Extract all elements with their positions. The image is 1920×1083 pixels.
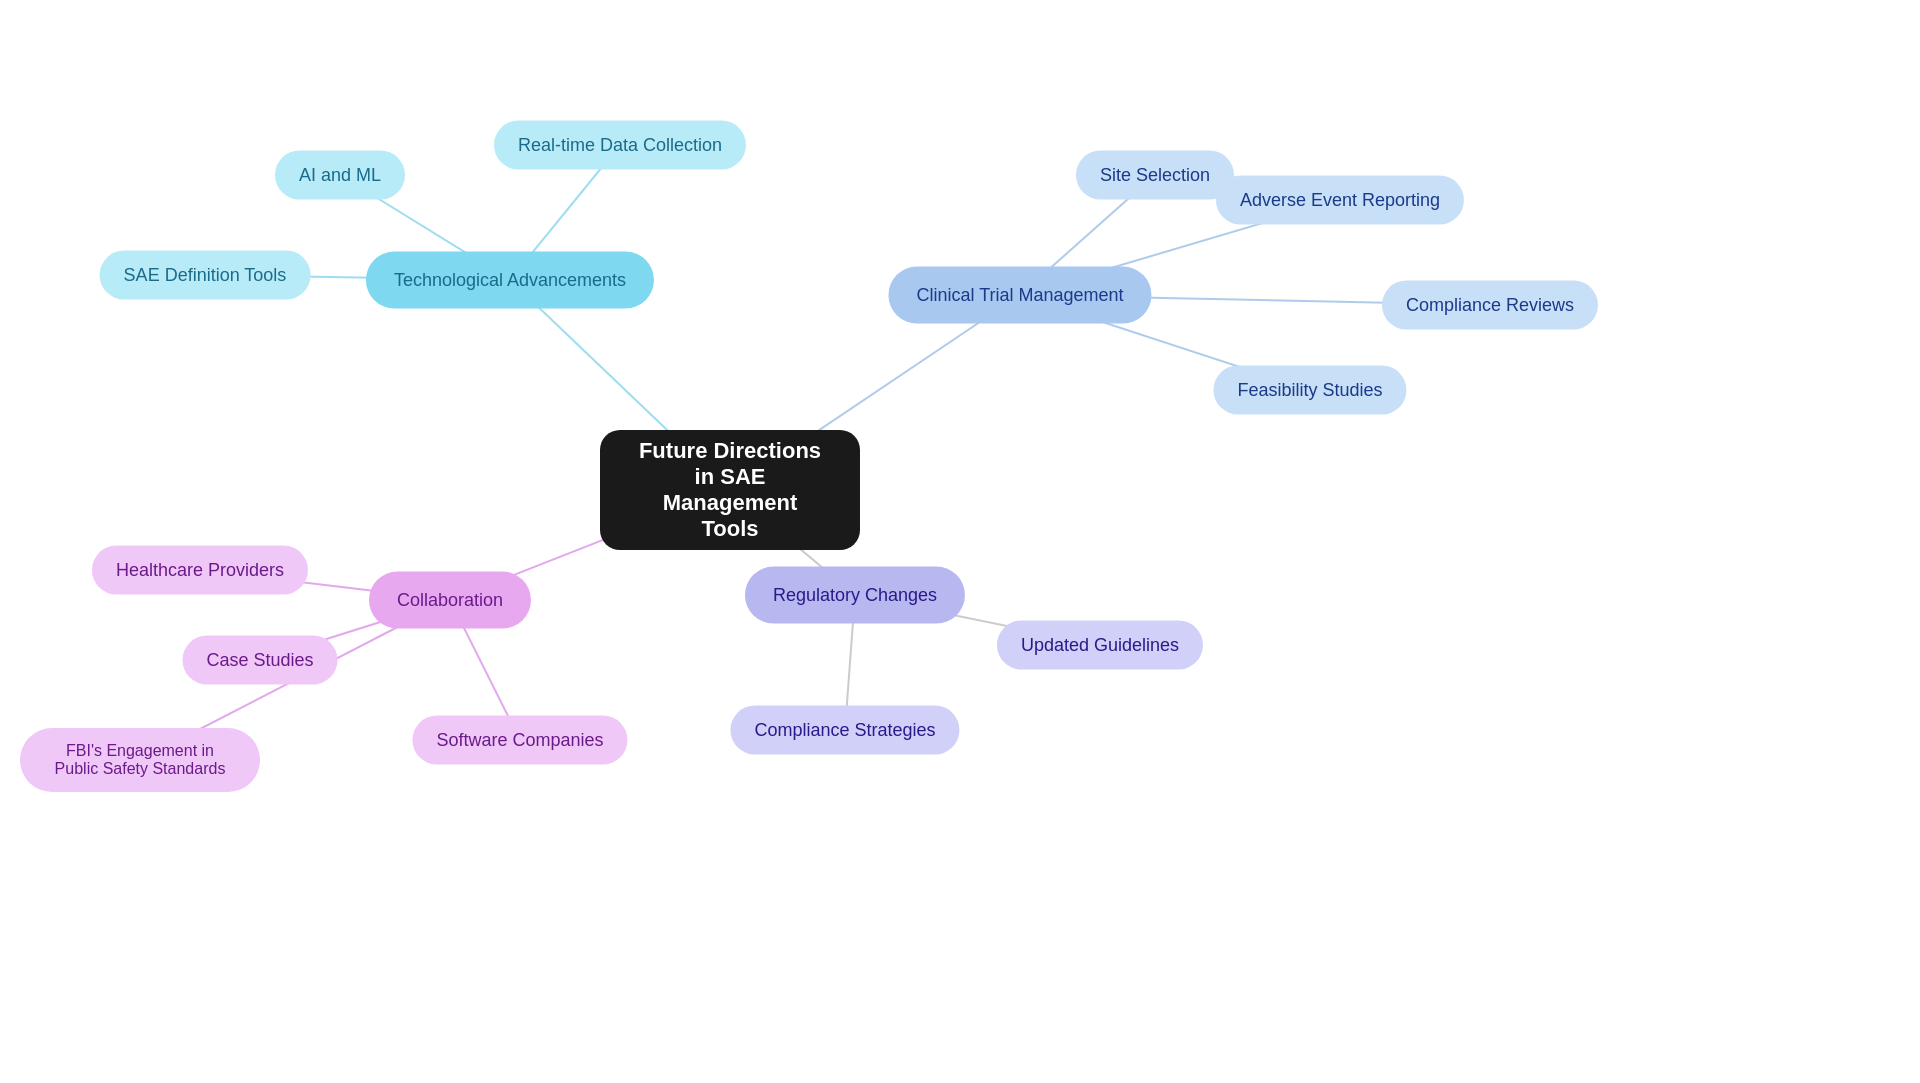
node-clinical-child[interactable]: Site Selection (1076, 151, 1234, 200)
node-tech[interactable]: Technological Advancements (366, 252, 654, 309)
node-clinical-child[interactable]: Compliance Reviews (1382, 281, 1598, 330)
node-clinical[interactable]: Clinical Trial Management (888, 267, 1151, 324)
node-collab[interactable]: Collaboration (369, 572, 531, 629)
node-tech-child[interactable]: AI and ML (275, 151, 405, 200)
node-tech-child[interactable]: SAE Definition Tools (100, 251, 311, 300)
mindmap-container: Future Directions in SAE Management Tool… (0, 0, 1920, 1083)
node-collab-child[interactable]: FBI's Engagement in Public Safety Standa… (20, 728, 260, 792)
node-collab-child[interactable]: Case Studies (182, 636, 337, 685)
node-tech-child[interactable]: Real-time Data Collection (494, 121, 746, 170)
node-regulatory[interactable]: Regulatory Changes (745, 567, 965, 624)
node-center[interactable]: Future Directions in SAE Management Tool… (600, 430, 860, 550)
node-clinical-child[interactable]: Adverse Event Reporting (1216, 176, 1464, 225)
node-regulatory-child[interactable]: Compliance Strategies (730, 706, 959, 755)
node-regulatory-child[interactable]: Updated Guidelines (997, 621, 1203, 670)
node-clinical-child[interactable]: Feasibility Studies (1213, 366, 1406, 415)
node-collab-child[interactable]: Healthcare Providers (92, 546, 308, 595)
node-collab-child[interactable]: Software Companies (412, 716, 627, 765)
